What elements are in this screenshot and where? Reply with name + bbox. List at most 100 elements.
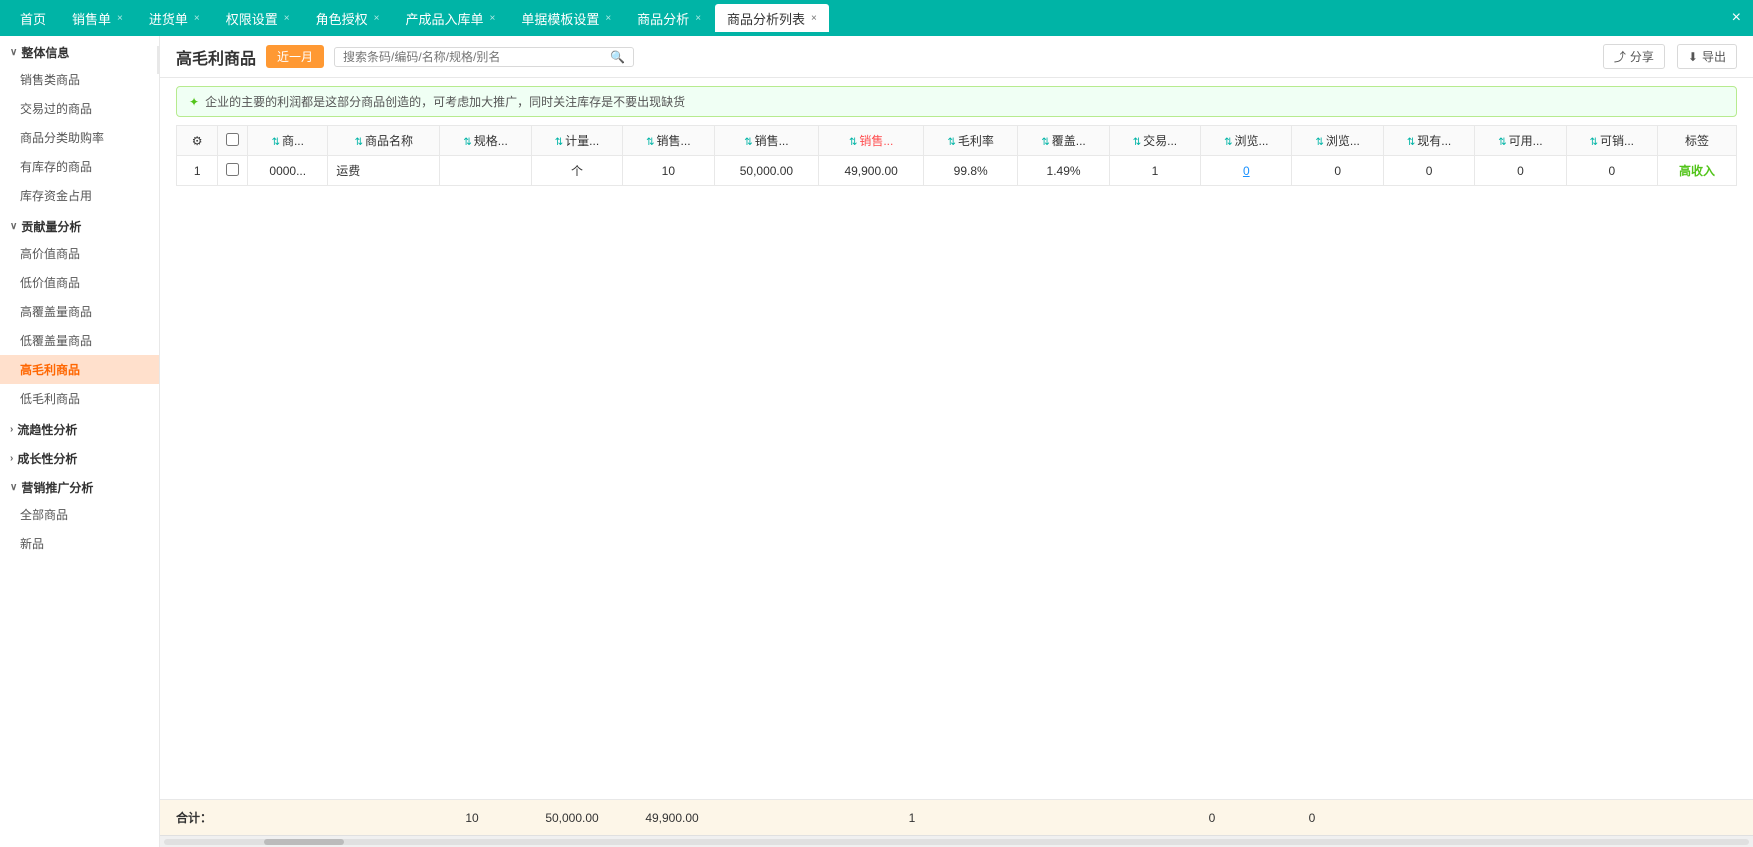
info-icon: ✦ — [189, 95, 199, 109]
close-all-button[interactable]: × — [1728, 5, 1745, 31]
sidebar-item-high-coverage[interactable]: 高覆盖量商品 — [0, 297, 159, 326]
nav-tab-sales[interactable]: 销售单 × — [60, 4, 135, 32]
footer-current: 0 — [1172, 811, 1252, 825]
row-spec — [440, 156, 531, 186]
row-tag: 高收入 — [1657, 156, 1736, 186]
close-icon[interactable]: × — [605, 13, 611, 24]
chevron-down-icon: ∨ — [10, 482, 17, 493]
select-all-checkbox[interactable] — [226, 133, 239, 146]
sidebar-group-growth[interactable]: › 成长性分析 — [0, 442, 159, 471]
col-settings[interactable]: ⚙ — [177, 126, 218, 156]
footer-available: 0 — [1272, 811, 1352, 825]
sidebar-item-sales-goods[interactable]: 销售类商品 — [0, 65, 159, 94]
top-nav: 首页 销售单 × 进货单 × 权限设置 × 角色授权 × 产成品入库单 × 单据… — [0, 0, 1753, 36]
search-box: 🔍 — [334, 47, 634, 67]
row-views1[interactable]: 0 — [1201, 156, 1292, 186]
close-icon[interactable]: × — [117, 13, 123, 24]
export-icon: ⬇ — [1688, 50, 1698, 64]
row-code: 0000... — [248, 156, 328, 186]
row-views2: 0 — [1292, 156, 1383, 186]
sidebar-item-low-coverage[interactable]: 低覆盖量商品 — [0, 326, 159, 355]
nav-tab-product-in[interactable]: 产成品入库单 × — [393, 4, 507, 32]
sidebar-item-high-value[interactable]: 高价值商品 — [0, 239, 159, 268]
sidebar-item-category-rate[interactable]: 商品分类助购率 — [0, 123, 159, 152]
main-container: « ∨ 整体信息 销售类商品 交易过的商品 商品分类助购率 有库存的商品 库存资… — [0, 36, 1753, 847]
close-icon[interactable]: × — [811, 13, 817, 24]
col-views1[interactable]: ⇅浏览... — [1201, 126, 1292, 156]
row-gross-rate: 99.8% — [924, 156, 1018, 186]
sidebar-item-low-value[interactable]: 低价值商品 — [0, 268, 159, 297]
footer-totals: 合计： 10 50,000.00 49,900.00 1 0 0 — [160, 799, 1753, 835]
row-sales1: 10 — [623, 156, 714, 186]
footer-label: 合计： — [176, 809, 212, 826]
nav-tab-analysis[interactable]: 商品分析 × — [625, 4, 713, 32]
header-actions: ⤴ 分享 ⬇ 导出 — [1603, 44, 1737, 69]
info-banner: ✦ 企业的主要的利润都是这部分商品创造的，可考虑加大推广，同时关注库存是不要出现… — [176, 86, 1737, 117]
share-button[interactable]: ⤴ 分享 — [1603, 44, 1665, 69]
export-button[interactable]: ⬇ 导出 — [1677, 44, 1737, 69]
close-icon[interactable]: × — [695, 13, 701, 24]
close-icon[interactable]: × — [194, 13, 200, 24]
col-spec[interactable]: ⇅规格... — [440, 126, 531, 156]
row-sales3: 49,900.00 — [819, 156, 924, 186]
col-transactions[interactable]: ⇅交易... — [1109, 126, 1200, 156]
sidebar-item-high-margin[interactable]: 高毛利商品 — [0, 355, 159, 384]
col-available[interactable]: ⇅可用... — [1475, 126, 1566, 156]
search-input[interactable] — [343, 50, 604, 64]
col-checkbox[interactable] — [218, 126, 248, 156]
col-coverage[interactable]: ⇅覆盖... — [1018, 126, 1109, 156]
footer-transactions: 1 — [872, 811, 952, 825]
footer-sales3: 49,900.00 — [632, 811, 712, 825]
row-name: 运费 — [328, 156, 440, 186]
filter-recent-month-button[interactable]: 近一月 — [266, 45, 324, 68]
search-icon[interactable]: 🔍 — [610, 50, 625, 64]
col-saleable[interactable]: ⇅可销... — [1566, 126, 1657, 156]
horizontal-scrollbar[interactable] — [160, 835, 1753, 847]
chevron-down-icon: ∨ — [10, 221, 17, 232]
sidebar-item-new-goods[interactable]: 新品 — [0, 529, 159, 558]
col-sales2[interactable]: ⇅销售... — [714, 126, 819, 156]
nav-tab-analysis-list[interactable]: 商品分析列表 × — [715, 4, 829, 32]
nav-tab-permission[interactable]: 权限设置 × — [214, 4, 302, 32]
col-views2[interactable]: ⇅浏览... — [1292, 126, 1383, 156]
nav-tab-home[interactable]: 首页 — [8, 4, 58, 32]
row-saleable: 0 — [1566, 156, 1657, 186]
sidebar-item-in-stock[interactable]: 有库存的商品 — [0, 152, 159, 181]
nav-tab-template[interactable]: 单据模板设置 × — [509, 4, 623, 32]
sidebar-group-marketing[interactable]: ∨ 营销推广分析 — [0, 471, 159, 500]
sidebar: « ∨ 整体信息 销售类商品 交易过的商品 商品分类助购率 有库存的商品 库存资… — [0, 36, 160, 847]
close-icon[interactable]: × — [489, 13, 495, 24]
sidebar-group-contribution[interactable]: ∨ 贡献量分析 — [0, 210, 159, 239]
col-code[interactable]: ⇅商... — [248, 126, 328, 156]
row-num: 1 — [177, 156, 218, 186]
close-icon[interactable]: × — [374, 13, 380, 24]
col-sales3[interactable]: ⇅销售... — [819, 126, 924, 156]
col-name[interactable]: ⇅商品名称 — [328, 126, 440, 156]
col-tag[interactable]: 标签 — [1657, 126, 1736, 156]
col-unit[interactable]: ⇅计量... — [531, 126, 622, 156]
col-current[interactable]: ⇅现有... — [1383, 126, 1474, 156]
nav-tab-purchase[interactable]: 进货单 × — [137, 4, 212, 32]
row-transactions: 1 — [1109, 156, 1200, 186]
row-sales2: 50,000.00 — [714, 156, 819, 186]
col-gross-rate[interactable]: ⇅毛利率 — [924, 126, 1018, 156]
sidebar-group-overall[interactable]: ∨ 整体信息 — [0, 36, 159, 65]
table-container[interactable]: ⚙ ⇅商... ⇅商品名称 ⇅规格... ⇅计量... ⇅销售... ⇅销售..… — [176, 125, 1737, 799]
close-icon[interactable]: × — [284, 13, 290, 24]
sidebar-item-all-goods[interactable]: 全部商品 — [0, 500, 159, 529]
scrollbar-thumb[interactable] — [264, 839, 344, 845]
chevron-right-icon: › — [10, 424, 13, 435]
footer-sales2: 50,000.00 — [532, 811, 612, 825]
sidebar-item-traded-goods[interactable]: 交易过的商品 — [0, 94, 159, 123]
sidebar-group-trend[interactable]: › 流趋性分析 — [0, 413, 159, 442]
sidebar-item-stock-capital[interactable]: 库存资金占用 — [0, 181, 159, 210]
sidebar-collapse-button[interactable]: « — [157, 46, 160, 74]
row-available: 0 — [1475, 156, 1566, 186]
sidebar-item-low-margin[interactable]: 低毛利商品 — [0, 384, 159, 413]
nav-tab-role[interactable]: 角色授权 × — [304, 4, 392, 32]
col-sales1[interactable]: ⇅销售... — [623, 126, 714, 156]
row-current: 0 — [1383, 156, 1474, 186]
row-checkbox[interactable] — [218, 156, 248, 186]
footer-sales1: 10 — [432, 811, 512, 825]
row-select-checkbox[interactable] — [226, 163, 239, 176]
